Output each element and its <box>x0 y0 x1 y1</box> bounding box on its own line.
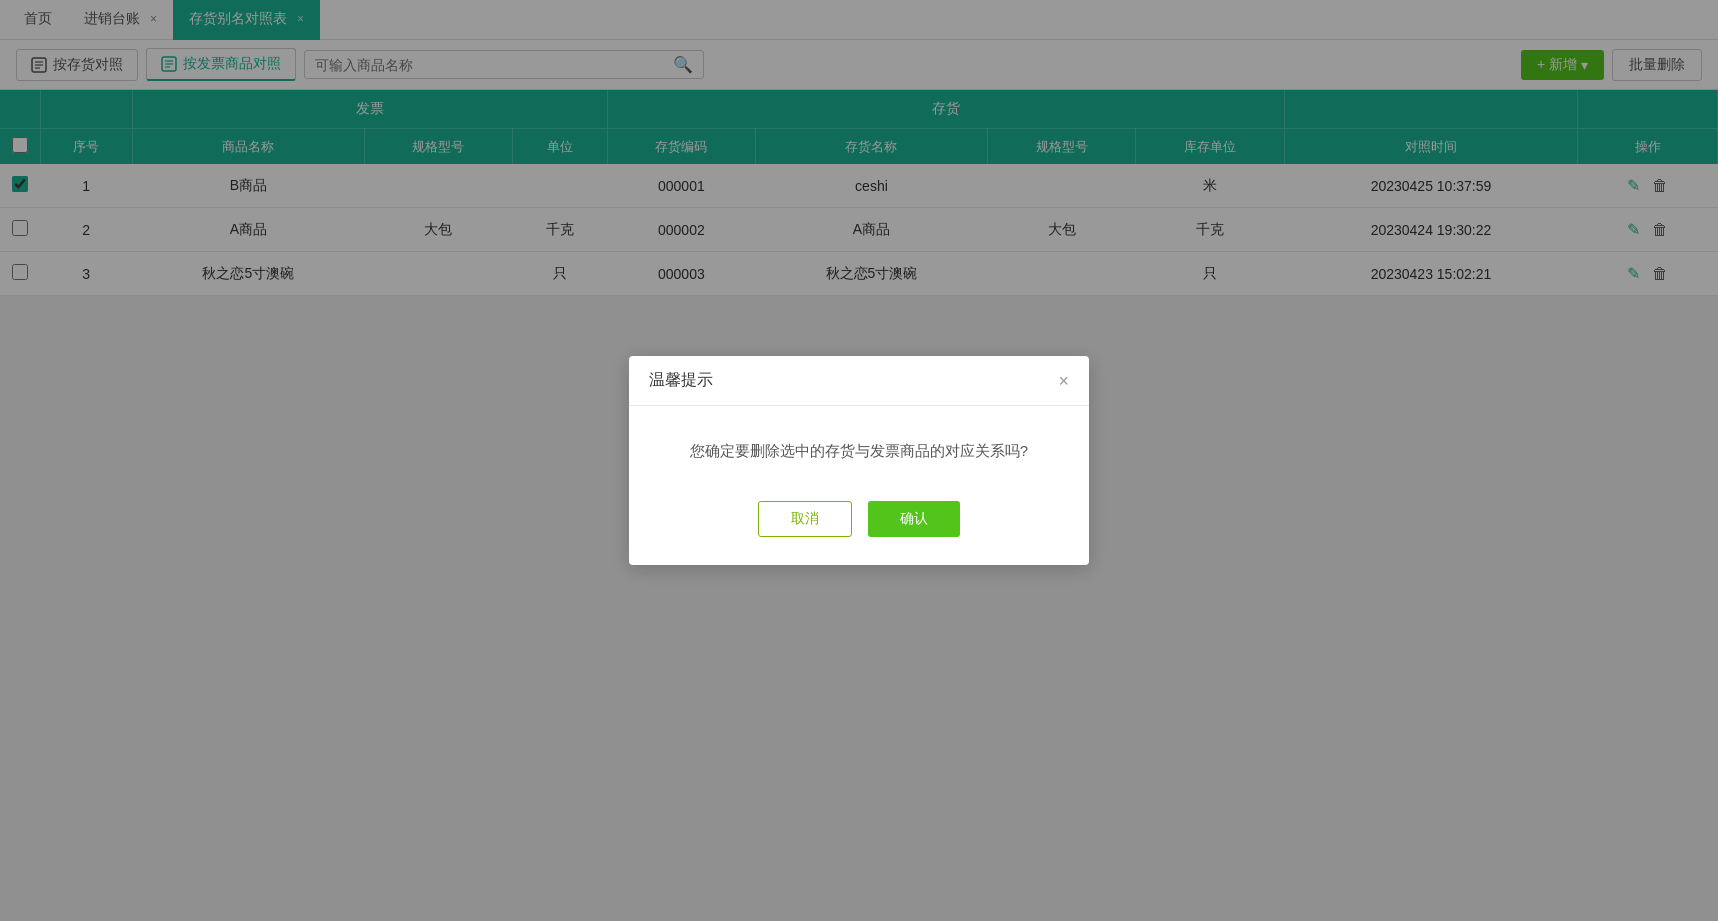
modal-overlay: 温馨提示 × 您确定要删除选中的存货与发票商品的对应关系吗? 取消 确认 <box>0 0 1718 296</box>
